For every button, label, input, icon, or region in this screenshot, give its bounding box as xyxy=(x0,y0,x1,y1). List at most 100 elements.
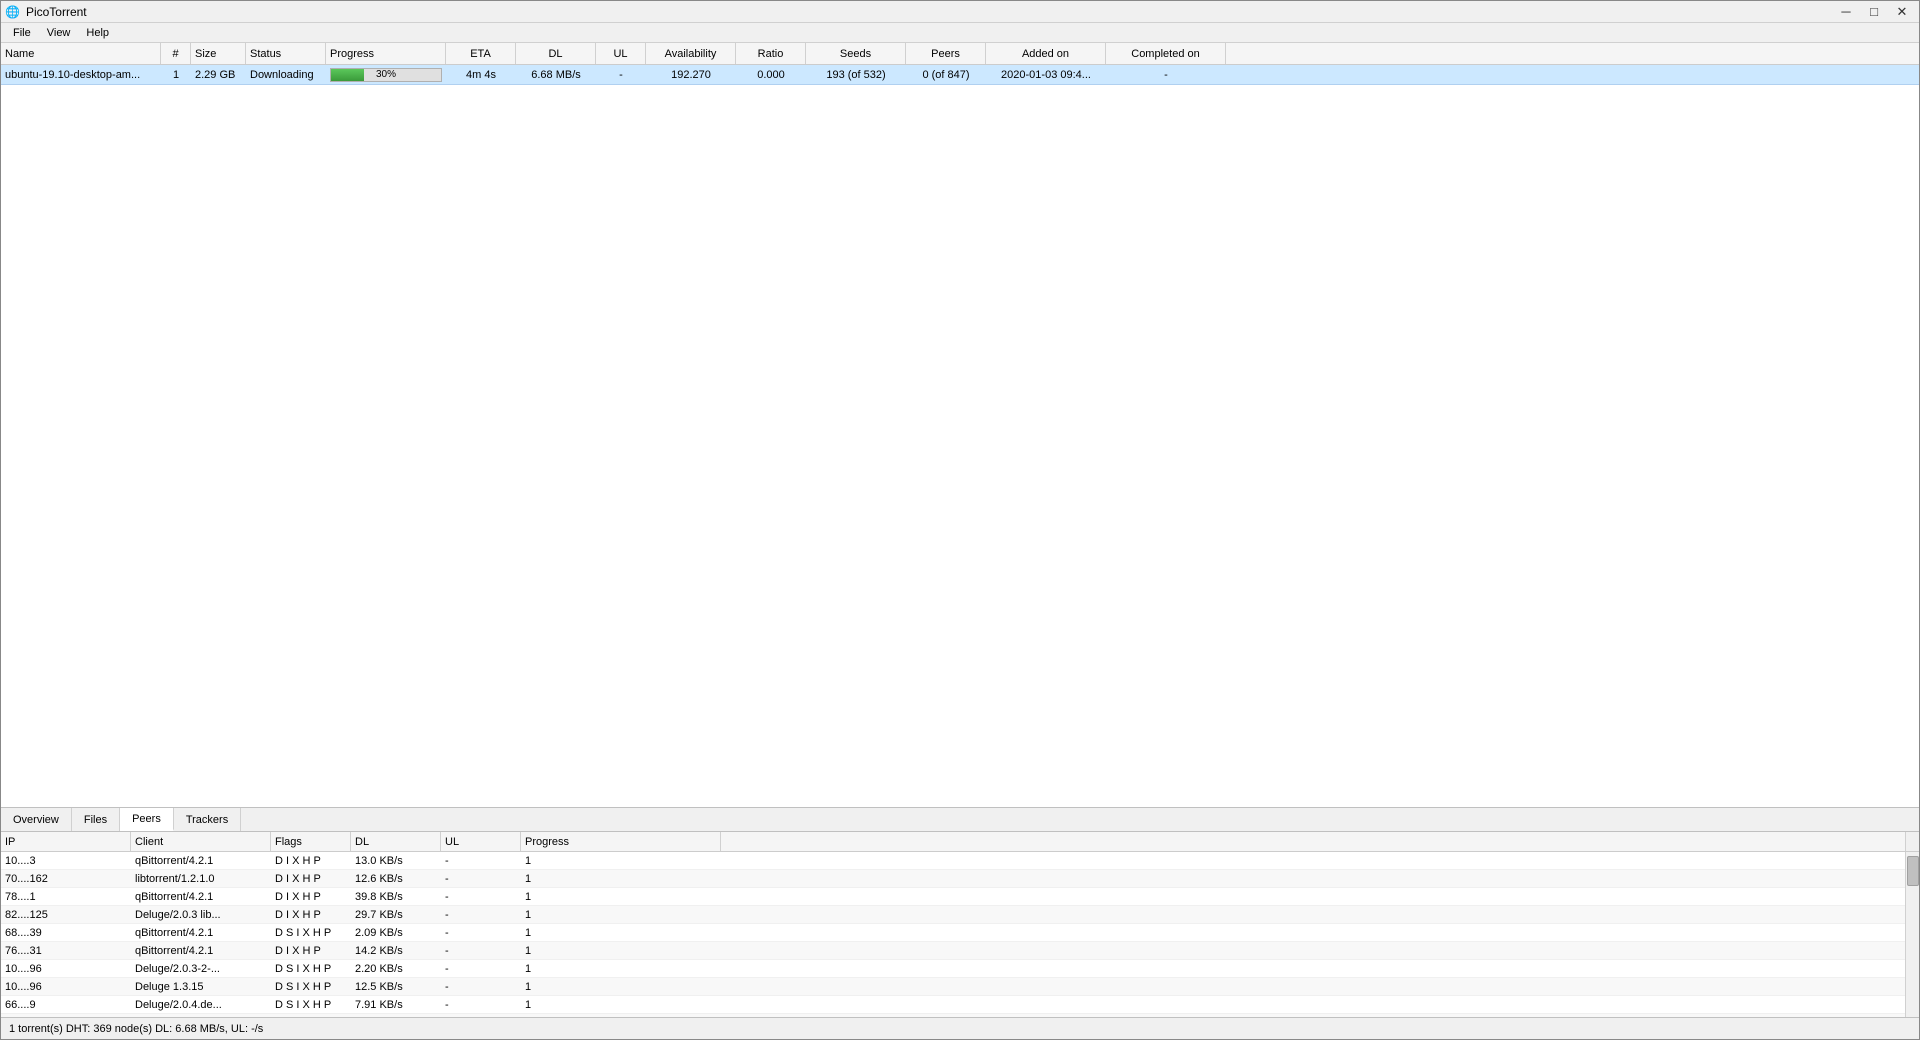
col-header-size[interactable]: Size xyxy=(191,43,246,64)
tab-files[interactable]: Files xyxy=(72,808,120,831)
peer-row[interactable]: 66....9 Deluge/2.0.4.de... D S I X H P 7… xyxy=(1,996,1905,1014)
peer-ip: 70....162 xyxy=(1,870,131,887)
peers-col-ip[interactable]: IP xyxy=(1,832,131,851)
menu-bar: File View Help xyxy=(1,23,1919,43)
close-button[interactable]: ✕ xyxy=(1889,2,1915,22)
app-title: PicoTorrent xyxy=(26,5,87,19)
peer-row[interactable]: 68....39 qBittorrent/4.2.1 D S I X H P 2… xyxy=(1,924,1905,942)
peers-scroll-thumb[interactable] xyxy=(1907,856,1919,886)
peer-ul: - xyxy=(441,906,521,923)
peer-row[interactable]: 76....31 qBittorrent/4.2.1 D I X H P 14.… xyxy=(1,942,1905,960)
tab-peers[interactable]: Peers xyxy=(120,808,174,831)
peers-body: 10....3 qBittorrent/4.2.1 D I X H P 13.0… xyxy=(1,852,1905,1017)
peers-col-progress[interactable]: Progress xyxy=(521,832,721,851)
peers-container: IP Client Flags DL UL Progress 10....3 q… xyxy=(1,832,1919,1017)
tab-trackers[interactable]: Trackers xyxy=(174,808,241,831)
peer-flags: D I X H P xyxy=(271,942,351,959)
peer-dl: 39.8 KB/s xyxy=(351,888,441,905)
peer-row[interactable]: 70....162 libtorrent/1.2.1.0 D I X H P 1… xyxy=(1,870,1905,888)
maximize-button[interactable]: □ xyxy=(1861,2,1887,22)
torrent-list-container: Name # Size Status Progress ETA DL UL Av… xyxy=(1,43,1919,807)
peer-row[interactable]: 82....125 Deluge/2.0.3 lib... D I X H P … xyxy=(1,906,1905,924)
peer-client: qBittorrent/4.2.1 xyxy=(131,924,271,941)
torrent-peers: 0 (of 847) xyxy=(906,65,986,84)
peer-ip: 10....96 xyxy=(1,960,131,977)
menu-help[interactable]: Help xyxy=(78,25,117,41)
title-bar: 🌐 PicoTorrent ─ □ ✕ xyxy=(1,1,1919,23)
torrent-completed: - xyxy=(1106,65,1226,84)
col-header-ratio[interactable]: Ratio xyxy=(736,43,806,64)
peer-row[interactable]: 78....1 qBittorrent/4.2.1 D I X H P 39.8… xyxy=(1,888,1905,906)
menu-view[interactable]: View xyxy=(39,25,79,41)
peer-row[interactable]: 10....96 Deluge 1.3.15 D S I X H P 12.5 … xyxy=(1,978,1905,996)
col-header-hash[interactable]: # xyxy=(161,43,191,64)
col-header-dl[interactable]: DL xyxy=(516,43,596,64)
peer-ul: - xyxy=(441,942,521,959)
app-window: 🌐 PicoTorrent ─ □ ✕ File View Help Name … xyxy=(0,0,1920,1040)
peer-dl: 2.09 KB/s xyxy=(351,924,441,941)
peer-row[interactable]: 10....3 qBittorrent/4.2.1 D I X H P 13.0… xyxy=(1,852,1905,870)
col-header-status[interactable]: Status xyxy=(246,43,326,64)
peer-dl: 12.6 KB/s xyxy=(351,870,441,887)
torrent-eta: 4m 4s xyxy=(446,65,516,84)
peer-flags: D S I X H P xyxy=(271,924,351,941)
col-header-ul[interactable]: UL xyxy=(596,43,646,64)
peer-client: qBittorrent/4.2.1 xyxy=(131,888,271,905)
peer-flags: D S I X H P xyxy=(271,960,351,977)
tab-overview[interactable]: Overview xyxy=(1,808,72,831)
peer-progress: 1 xyxy=(521,978,721,995)
col-header-availability[interactable]: Availability xyxy=(646,43,736,64)
peer-ul: - xyxy=(441,852,521,869)
peer-dl: 29.7 KB/s xyxy=(351,906,441,923)
peer-progress: 1 xyxy=(521,870,721,887)
torrent-availability: 192.270 xyxy=(646,65,736,84)
peers-scrollbar-header xyxy=(1905,832,1919,851)
peer-flags: D I X H P xyxy=(271,906,351,923)
torrent-row[interactable]: ubuntu-19.10-desktop-am... 1 2.29 GB Dow… xyxy=(1,65,1919,85)
col-header-progress[interactable]: Progress xyxy=(326,43,446,64)
col-header-eta[interactable]: ETA xyxy=(446,43,516,64)
peer-dl: 13.0 KB/s xyxy=(351,852,441,869)
status-text: 1 torrent(s) DHT: 369 node(s) DL: 6.68 M… xyxy=(9,1023,263,1035)
peer-ip: 66....9 xyxy=(1,996,131,1013)
col-header-seeds[interactable]: Seeds xyxy=(806,43,906,64)
peer-progress: 1 xyxy=(521,906,721,923)
col-header-peers[interactable]: Peers xyxy=(906,43,986,64)
peer-ul: - xyxy=(441,888,521,905)
torrent-dl: 6.68 MB/s xyxy=(516,65,596,84)
torrent-seeds: 193 (of 532) xyxy=(806,65,906,84)
torrent-list-empty-area xyxy=(1,85,1919,807)
col-header-completed[interactable]: Completed on xyxy=(1106,43,1226,64)
peer-ip: 10....96 xyxy=(1,978,131,995)
torrent-added: 2020-01-03 09:4... xyxy=(986,65,1106,84)
title-bar-left: 🌐 PicoTorrent xyxy=(5,5,87,19)
peer-row[interactable]: 10....96 Deluge/2.0.3-2-... D S I X H P … xyxy=(1,960,1905,978)
minimize-button[interactable]: ─ xyxy=(1833,2,1859,22)
peer-dl: 14.2 KB/s xyxy=(351,942,441,959)
peer-flags: D I X H P xyxy=(271,888,351,905)
peer-ip: 76....31 xyxy=(1,942,131,959)
peers-column-headers: IP Client Flags DL UL Progress xyxy=(1,832,1919,852)
peers-col-spacer xyxy=(721,832,1905,851)
peers-col-dl[interactable]: DL xyxy=(351,832,441,851)
progress-bar: 30% xyxy=(330,68,442,82)
peer-ip: 10....3 xyxy=(1,852,131,869)
peers-col-ul[interactable]: UL xyxy=(441,832,521,851)
peer-client: libtorrent/1.2.1.0 xyxy=(131,870,271,887)
peer-flags: D S I X H P xyxy=(271,996,351,1013)
peer-progress: 1 xyxy=(521,924,721,941)
col-header-added[interactable]: Added on xyxy=(986,43,1106,64)
torrent-progress-cell: 30% xyxy=(326,65,446,84)
peer-ip: 68....39 xyxy=(1,924,131,941)
peers-col-client[interactable]: Client xyxy=(131,832,271,851)
peer-ul: - xyxy=(441,978,521,995)
col-header-name[interactable]: Name xyxy=(1,43,161,64)
peer-progress: 1 xyxy=(521,852,721,869)
tab-bar: Overview Files Peers Trackers xyxy=(1,808,1919,832)
peers-scrollbar[interactable] xyxy=(1905,852,1919,1017)
torrent-status: Downloading xyxy=(246,65,326,84)
peer-client: qBittorrent/4.2.1 xyxy=(131,942,271,959)
menu-file[interactable]: File xyxy=(5,25,39,41)
torrent-column-headers: Name # Size Status Progress ETA DL UL Av… xyxy=(1,43,1919,65)
peers-col-flags[interactable]: Flags xyxy=(271,832,351,851)
